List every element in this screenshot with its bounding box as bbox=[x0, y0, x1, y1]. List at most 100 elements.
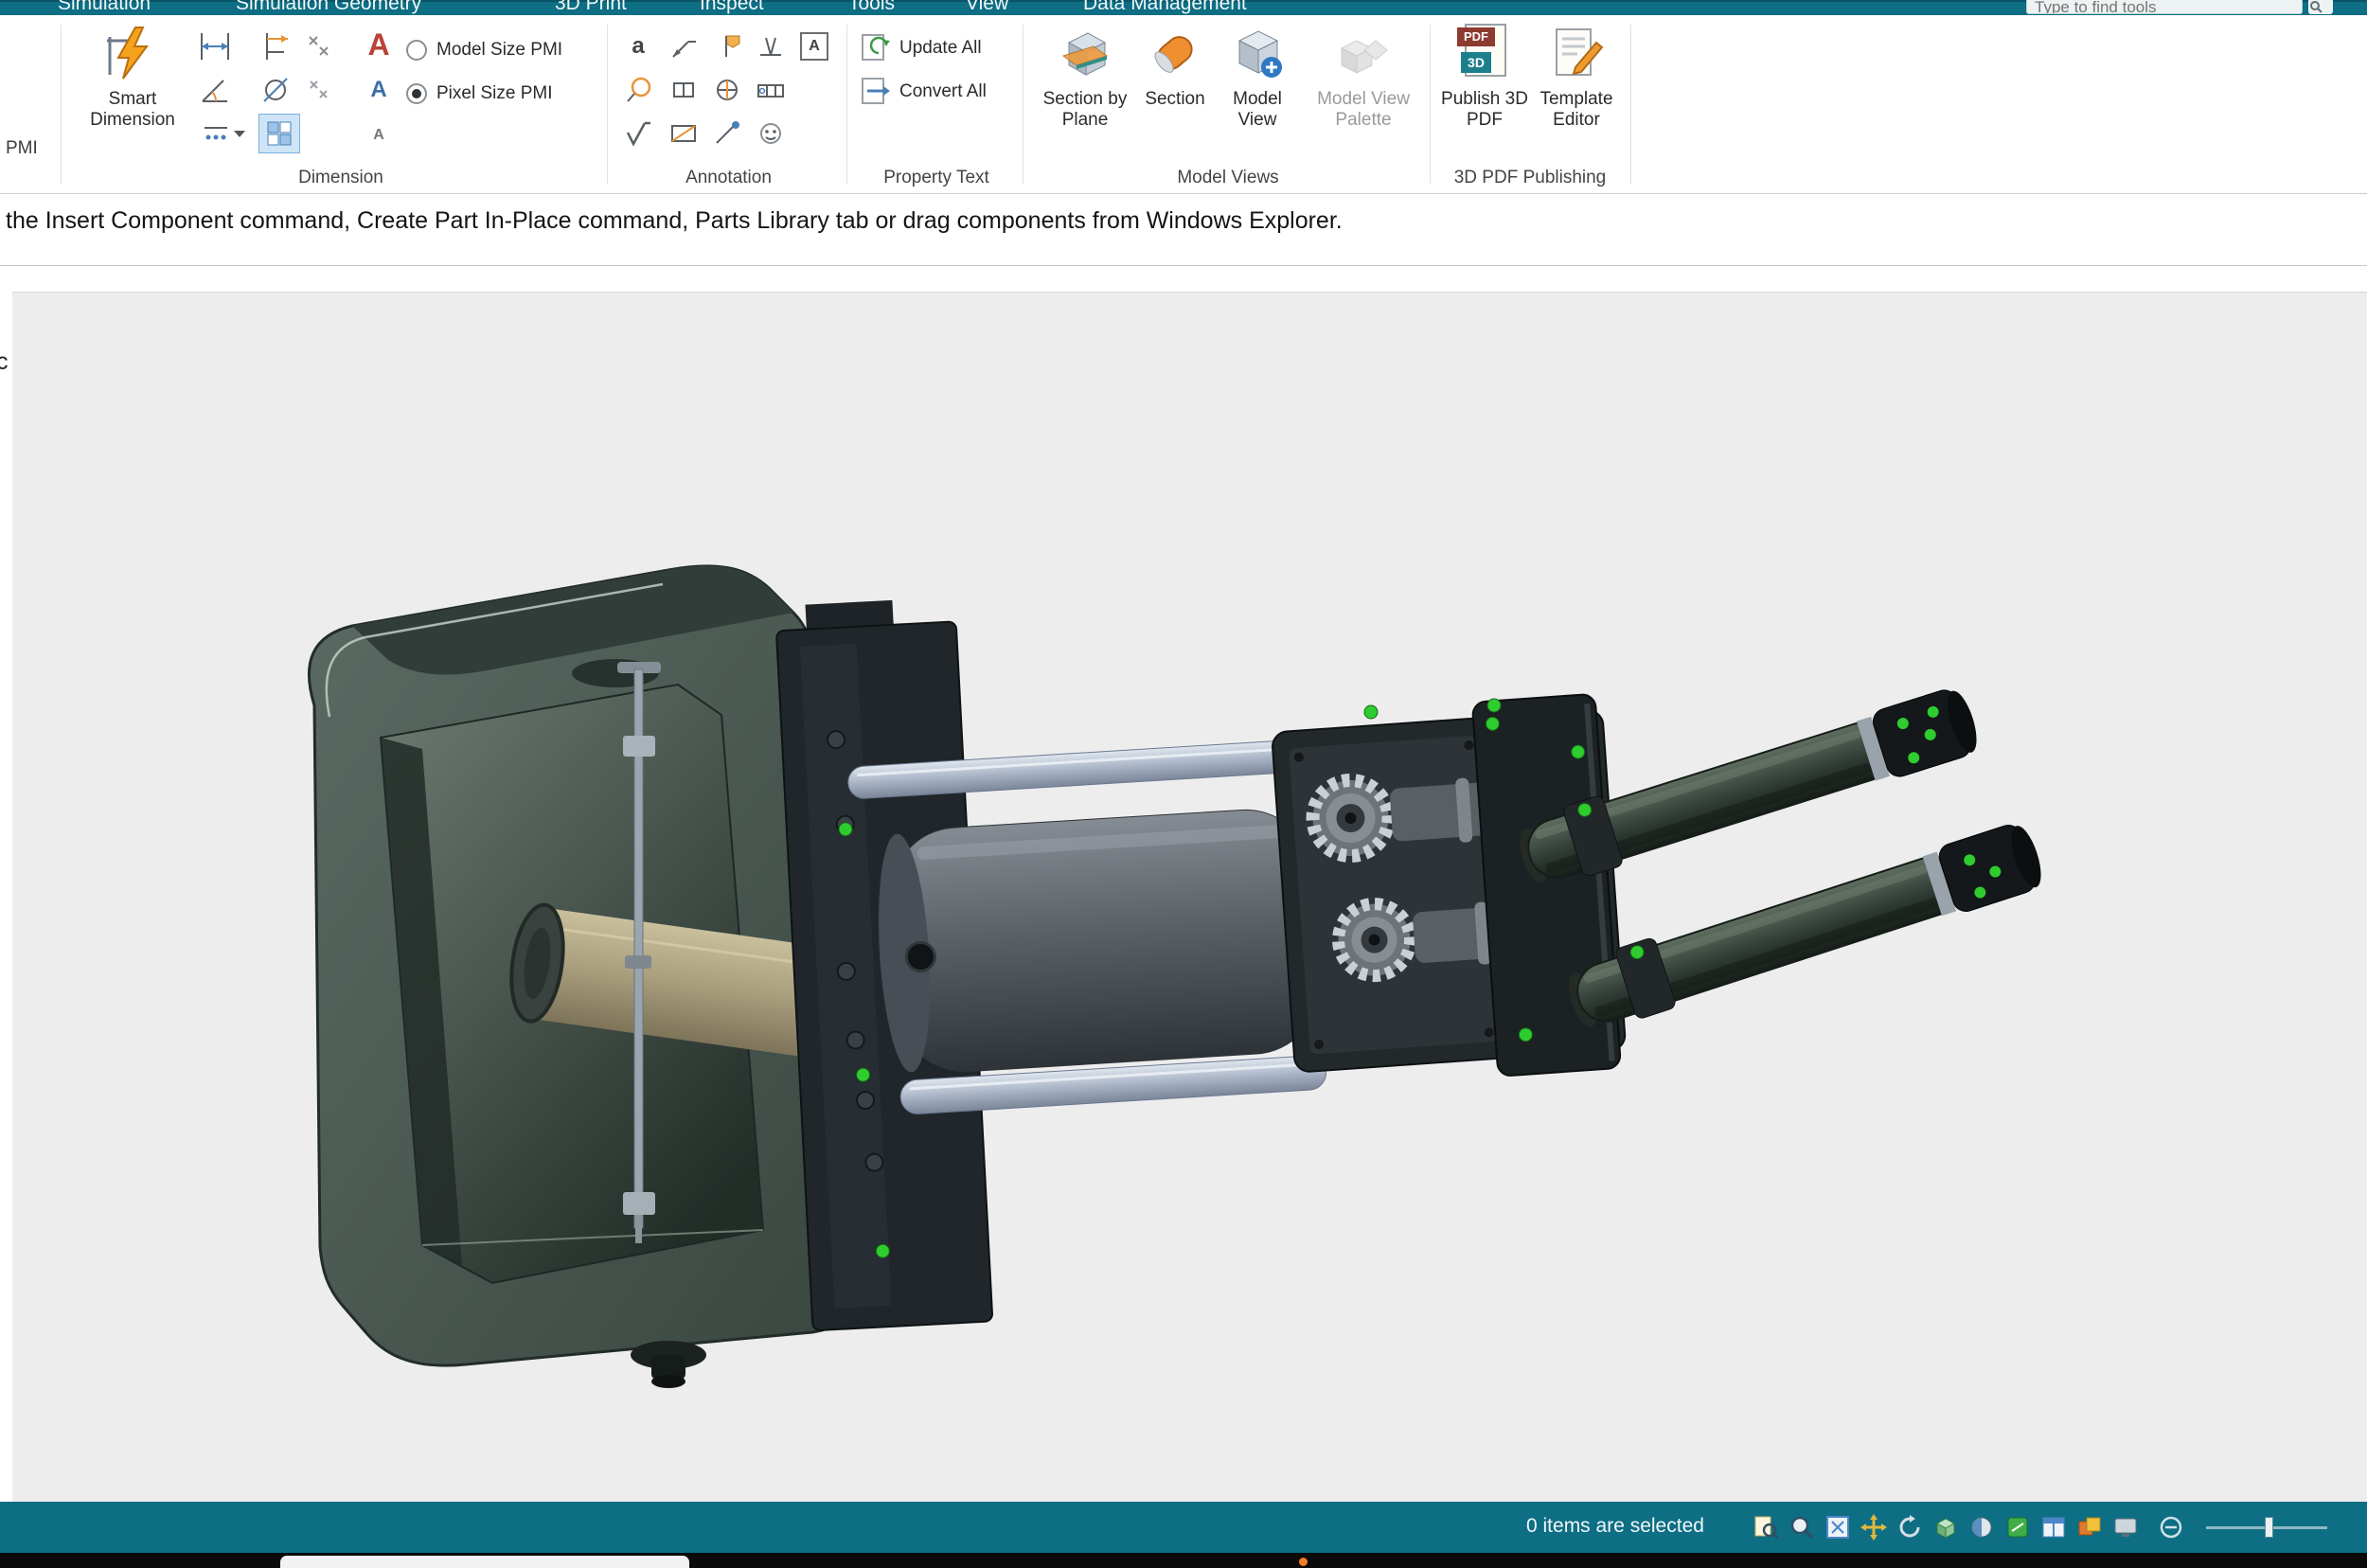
sketch-display-icon bbox=[2007, 1517, 2028, 1538]
pmi-copy-button[interactable] bbox=[258, 114, 300, 153]
note-button[interactable]: a bbox=[618, 27, 658, 66]
group-3d-pdf-publishing: PDF 3D Publish 3D PDF Template Editor 3D… bbox=[1435, 15, 1625, 193]
property-text-group-label: Property Text bbox=[883, 168, 989, 187]
geometric-tolerance-button[interactable] bbox=[751, 70, 791, 110]
dimension-xx-small-button[interactable] bbox=[300, 70, 338, 110]
tab-simulation[interactable]: Simulation bbox=[58, 0, 151, 15]
distance-between-icon bbox=[201, 33, 229, 60]
letter-a-small-icon: A bbox=[373, 127, 384, 143]
datum-frame-button[interactable] bbox=[664, 70, 703, 110]
leader-icon bbox=[672, 41, 696, 58]
taskbar-search-pill[interactable] bbox=[280, 1556, 689, 1568]
magnifier-icon bbox=[2310, 1, 2323, 13]
chevron-down-icon bbox=[234, 130, 245, 137]
group-separator bbox=[846, 25, 847, 184]
pixel-size-pmi-label: Pixel Size PMI bbox=[436, 83, 553, 103]
radio-unchecked-icon[interactable] bbox=[406, 40, 427, 61]
fit-view-button[interactable] bbox=[1822, 1512, 1854, 1542]
edge-condition-icon bbox=[716, 121, 739, 144]
text-size-small-button[interactable]: A bbox=[359, 116, 399, 155]
pdf-publishing-group-label: 3D PDF Publishing bbox=[1453, 168, 1607, 187]
pixel-size-pmi-option[interactable]: Pixel Size PMI bbox=[406, 83, 552, 104]
view-styles-button[interactable] bbox=[1966, 1512, 1998, 1542]
text-box-button[interactable]: A bbox=[794, 27, 834, 66]
tab-view[interactable]: View bbox=[966, 0, 1008, 15]
balloon-button[interactable] bbox=[707, 27, 747, 66]
color-manager-icon bbox=[2078, 1517, 2101, 1536]
find-tools-search[interactable] bbox=[2026, 0, 2303, 14]
display-options-button[interactable] bbox=[2109, 1512, 2142, 1542]
center-mark-button[interactable] bbox=[751, 114, 791, 153]
common-views-icon bbox=[1935, 1518, 1956, 1539]
dimension-style-dropdown[interactable] bbox=[194, 114, 253, 153]
search-input[interactable] bbox=[2027, 0, 2302, 13]
zoom-out-icon bbox=[2160, 1516, 2182, 1539]
group-annotation: a A Annotation bbox=[613, 15, 845, 193]
weld-symbol-button[interactable] bbox=[751, 27, 791, 66]
status-bar: 0 items are selected bbox=[0, 1502, 2367, 1553]
model-view-label: Model View bbox=[1233, 89, 1282, 130]
tab-tools[interactable]: Tools bbox=[848, 0, 895, 15]
section-button[interactable]: Section bbox=[1140, 23, 1210, 110]
tab-simulation-geometry[interactable]: Simulation Geometry bbox=[236, 0, 421, 15]
3d-viewport[interactable] bbox=[12, 292, 2367, 1502]
angle-between-icon bbox=[202, 80, 227, 102]
sketch-display-button[interactable] bbox=[2002, 1512, 2034, 1542]
dimension-xx-button[interactable] bbox=[300, 27, 338, 66]
model-size-pmi-option[interactable]: Model Size PMI bbox=[406, 40, 562, 61]
callout-button[interactable] bbox=[618, 70, 658, 110]
main-barrel[interactable] bbox=[872, 806, 1323, 1077]
tab-3d-print[interactable]: 3D Print bbox=[555, 0, 627, 15]
window-layouts-button[interactable] bbox=[2038, 1512, 2070, 1542]
group-separator bbox=[1630, 25, 1631, 184]
tab-inspect[interactable]: Inspect bbox=[700, 0, 764, 15]
smart-dimension-button[interactable]: Smart Dimension bbox=[77, 23, 188, 131]
section-by-plane-button[interactable]: Section by Plane bbox=[1036, 23, 1134, 131]
rotate-view-button[interactable] bbox=[1894, 1512, 1926, 1542]
common-views-button[interactable] bbox=[1930, 1512, 1962, 1542]
text-size-medium-button[interactable]: A bbox=[359, 70, 399, 110]
angle-between-button[interactable] bbox=[194, 70, 236, 110]
surface-texture-button[interactable] bbox=[618, 114, 658, 153]
update-all-button[interactable]: Update All bbox=[860, 32, 982, 64]
text-size-large-button[interactable]: A bbox=[359, 25, 399, 64]
publish-3d-pdf-button[interactable]: PDF 3D Publish 3D PDF bbox=[1441, 23, 1528, 131]
zoom-area-button[interactable] bbox=[1786, 1512, 1818, 1542]
convert-all-icon bbox=[862, 78, 890, 104]
group-separator bbox=[1430, 25, 1431, 184]
tab-data-management[interactable]: Data Management bbox=[1083, 0, 1247, 15]
section-by-plane-label: Section by Plane bbox=[1042, 89, 1128, 130]
dimension-group-label: Dimension bbox=[298, 168, 383, 187]
prompt-message: the Insert Component command, Create Par… bbox=[6, 207, 1343, 234]
distance-between-button[interactable] bbox=[194, 27, 236, 66]
coordinate-dimension-icon bbox=[266, 33, 288, 60]
pdf-badge: PDF bbox=[1457, 27, 1495, 46]
datum-target-button[interactable] bbox=[707, 70, 747, 110]
update-all-icon bbox=[862, 34, 890, 61]
zoom-slider-thumb[interactable] bbox=[2265, 1517, 2273, 1538]
template-editor-icon bbox=[1546, 23, 1607, 83]
geometric-tolerance-icon bbox=[757, 84, 784, 98]
model-view-button[interactable]: Model View bbox=[1216, 23, 1299, 131]
template-editor-label: Template Editor bbox=[1539, 89, 1613, 130]
symmetric-diameter-button[interactable] bbox=[255, 70, 296, 110]
radio-checked-icon[interactable] bbox=[406, 83, 427, 104]
leader-button[interactable] bbox=[664, 27, 703, 66]
search-icon[interactable] bbox=[2308, 0, 2333, 14]
select-options-button[interactable] bbox=[1750, 1512, 1782, 1542]
group-property-text: Update All Convert All Property Text bbox=[852, 15, 1021, 193]
model-view-palette-button: Model View Palette bbox=[1303, 23, 1424, 131]
zoom-out-button[interactable] bbox=[2155, 1512, 2187, 1542]
edge-condition-button[interactable] bbox=[707, 114, 747, 153]
model-size-pmi-label: Model Size PMI bbox=[436, 40, 563, 60]
cad-model[interactable] bbox=[12, 293, 2367, 1503]
template-editor-button[interactable]: Template Editor bbox=[1532, 23, 1621, 131]
surface-finish-box-button[interactable] bbox=[664, 114, 703, 153]
convert-all-button[interactable]: Convert All bbox=[860, 76, 987, 108]
selection-status: 0 items are selected bbox=[1526, 1515, 1704, 1537]
coordinate-dimension-button[interactable] bbox=[255, 27, 296, 66]
pmi-cut-label[interactable]: PMI bbox=[6, 138, 38, 159]
pan-button[interactable] bbox=[1858, 1512, 1890, 1542]
callout-icon bbox=[627, 77, 651, 102]
color-manager-button[interactable] bbox=[2073, 1512, 2106, 1542]
